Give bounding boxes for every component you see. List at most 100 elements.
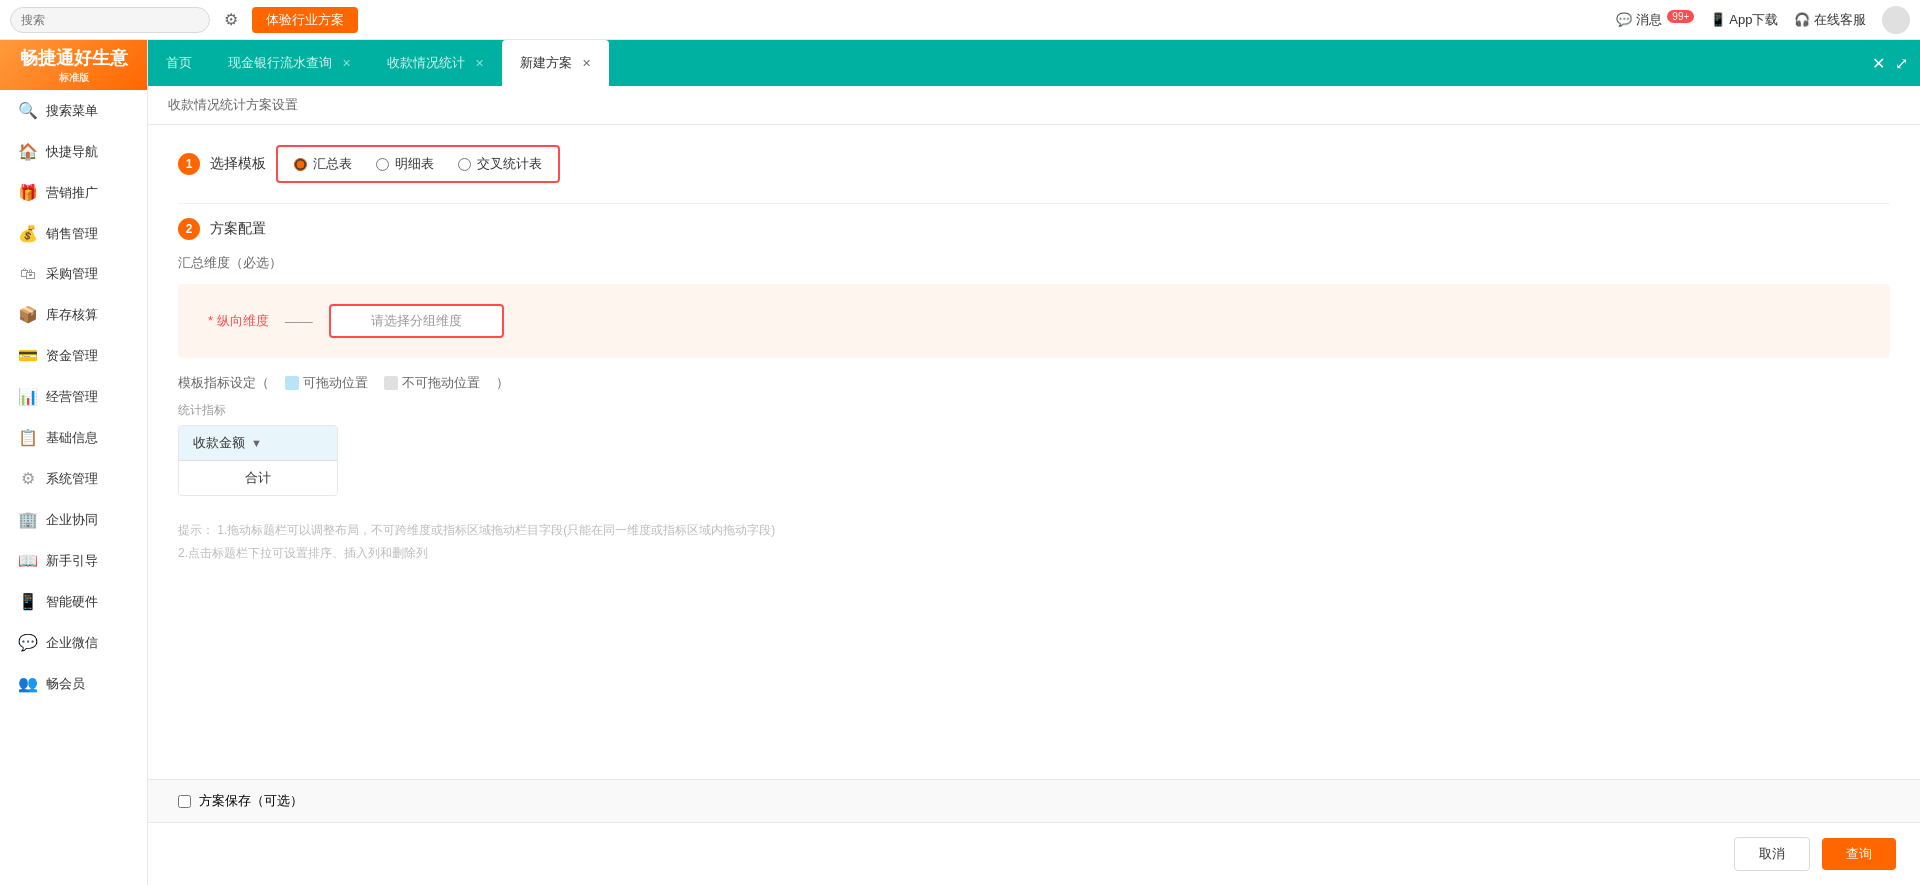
option-summary-label: 汇总表 [313,155,352,173]
indicator-settings: 模板指标设定（ 可拖动位置 不可拖动位置 ） [178,374,1890,499]
notification-badge: 99+ [1667,10,1694,23]
step2-title: 方案配置 [210,220,266,238]
sidebar-item-guide[interactable]: 📖 新手引导 [0,540,147,581]
notification-label: 消息 [1636,12,1662,27]
settings-icon[interactable]: ⚙ [224,10,238,29]
tab-expand-icon[interactable]: ⤢ [1895,54,1908,73]
inventory-icon: 📦 [18,305,38,324]
bottom-actions: 取消 查询 [148,822,1920,885]
tips-line1: 提示： 1.拖动标题栏可以调整布局，不可跨维度或指标区域拖动栏目字段(只能在同一… [178,519,1890,542]
sidebar-item-enterprise[interactable]: 🏢 企业协同 [0,499,147,540]
cancel-button[interactable]: 取消 [1734,837,1810,871]
tab-home-label: 首页 [166,54,192,72]
online-service-item[interactable]: 🎧 在线客服 [1794,11,1866,29]
system-icon: ⚙ [18,469,38,488]
indicator-section-label: 统计指标 [178,402,338,419]
sidebar-item-marketing[interactable]: 🎁 营销推广 [0,172,147,213]
sidebar-item-smart-hw[interactable]: 📱 智能硬件 [0,581,147,622]
close-paren: ） [496,374,509,392]
sidebar-item-label: 新手引导 [46,552,98,570]
option-detail-label: 明细表 [395,155,434,173]
sidebar-item-member[interactable]: 👥 畅会员 [0,663,147,704]
step1-header: 1 选择模板 汇总表 明细表 [178,145,1890,183]
breadcrumb: 收款情况统计方案设置 [168,97,298,112]
user-avatar[interactable] [1882,6,1910,34]
wechat-icon: 💬 [18,633,38,652]
sidebar-item-purchase[interactable]: 🛍 采购管理 [0,254,147,294]
sidebar-item-quick-nav[interactable]: 🏠 快捷导航 [0,131,147,172]
brand-sub: 标准版 [20,71,128,85]
radio-detail[interactable] [376,158,389,171]
sidebar-item-label: 搜索菜单 [46,102,98,120]
indicator-col-row: 合计 [179,461,337,495]
sidebar-item-wechat[interactable]: 💬 企业微信 [0,622,147,663]
chevron-down-icon[interactable]: ▼ [251,437,262,449]
brand-name: 畅捷通好生意 [20,46,128,70]
option-summary[interactable]: 汇总表 [294,155,352,173]
sidebar-item-label: 智能硬件 [46,593,98,611]
tab-new-plan-label: 新建方案 [520,54,572,72]
sidebar-item-label: 采购管理 [46,265,98,283]
dim-select-box[interactable]: 请选择分组维度 [329,304,504,338]
tabs-bar: 首页 现金银行流水查询 ✕ 收款情况统计 ✕ 新建方案 ✕ ✕ ⤢ [148,40,1920,86]
enterprise-icon: 🏢 [18,510,38,529]
tabs-actions: ✕ ⤢ [1872,54,1920,73]
notification-item[interactable]: 💬 消息 99+ [1616,11,1694,29]
tab-bank-flow-close[interactable]: ✕ [342,57,351,70]
main-layout: 畅捷通好生意 标准版 🔍 搜索菜单 🏠 快捷导航 🎁 营销推广 💰 销售管理 [0,40,1920,885]
member-icon: 👥 [18,674,38,693]
tab-home[interactable]: 首页 [148,40,210,86]
sidebar-item-search-menu[interactable]: 🔍 搜索菜单 [0,90,147,131]
tab-new-plan[interactable]: 新建方案 ✕ [502,40,609,86]
sidebar-item-operations[interactable]: 📊 经营管理 [0,376,147,417]
sidebar-brand: 畅捷通好生意 标准版 [0,40,147,90]
option-detail[interactable]: 明细表 [376,155,434,173]
sidebar-nav: 🔍 搜索菜单 🏠 快捷导航 🎁 营销推广 💰 销售管理 🛍 采购管理 📦 [0,90,147,885]
tab-receipt-stat[interactable]: 收款情况统计 ✕ [369,40,502,86]
dimension-row: * 纵向维度 —— 请选择分组维度 [208,304,1860,338]
header-left: ⚙ 体验行业方案 [10,7,358,33]
tab-bank-flow[interactable]: 现金银行流水查询 ✕ [210,40,369,86]
sidebar-item-basic-info[interactable]: 📋 基础信息 [0,417,147,458]
sidebar-item-label: 畅会员 [46,675,85,693]
page-header: 收款情况统计方案设置 [148,86,1920,125]
trial-button[interactable]: 体验行业方案 [252,7,358,33]
app-download-item[interactable]: 📱 App下载 [1710,11,1778,29]
tab-receipt-stat-close[interactable]: ✕ [475,57,484,70]
save-option-checkbox[interactable] [178,795,191,808]
radio-summary[interactable] [294,158,307,171]
basic-info-icon: 📋 [18,428,38,447]
movable-dot [285,376,299,390]
sidebar-item-finance[interactable]: 💳 资金管理 [0,335,147,376]
page-content: 收款情况统计方案设置 1 选择模板 汇总表 [148,86,1920,885]
indicator-col-header[interactable]: 收款金额 ▼ [179,426,337,461]
step2-header: 2 方案配置 [178,218,1890,240]
indicator-grid-container: 统计指标 收款金额 ▼ 合计 [178,402,1890,499]
dimension-section-label: 汇总维度（必选） [178,254,1890,272]
radio-cross[interactable] [458,158,471,171]
step1-section: 1 选择模板 汇总表 明细表 [178,145,1890,183]
step2-section: 2 方案配置 汇总维度（必选） * 纵向维度 —— 请选择分组维度 [178,218,1890,565]
step1-number: 1 [178,153,200,175]
tab-close-all-icon[interactable]: ✕ [1872,54,1885,73]
option-cross[interactable]: 交叉统计表 [458,155,542,173]
sidebar-item-label: 经营管理 [46,388,98,406]
divider-1 [178,203,1890,204]
sidebar-item-label: 销售管理 [46,225,98,243]
sidebar-item-system[interactable]: ⚙ 系统管理 [0,458,147,499]
sidebar-item-inventory[interactable]: 📦 库存核算 [0,294,147,335]
tips-area: 提示： 1.拖动标题栏可以调整布局，不可跨维度或指标区域拖动栏目字段(只能在同一… [178,519,1890,565]
search-input[interactable] [10,7,210,33]
query-button[interactable]: 查询 [1822,838,1896,870]
template-options: 汇总表 明细表 交叉统计表 [276,145,560,183]
dim-arrow: —— [285,313,313,329]
indicator-header: 模板指标设定（ 可拖动位置 不可拖动位置 ） [178,374,1890,392]
movable-label: 可拖动位置 [303,374,368,392]
smart-hw-icon: 📱 [18,592,38,611]
tab-receipt-stat-label: 收款情况统计 [387,54,465,72]
indicator-settings-label: 模板指标设定（ [178,374,269,392]
search-menu-icon: 🔍 [18,101,38,120]
sidebar-item-label: 资金管理 [46,347,98,365]
sidebar-item-sales[interactable]: 💰 销售管理 [0,213,147,254]
tab-new-plan-close[interactable]: ✕ [582,57,591,70]
